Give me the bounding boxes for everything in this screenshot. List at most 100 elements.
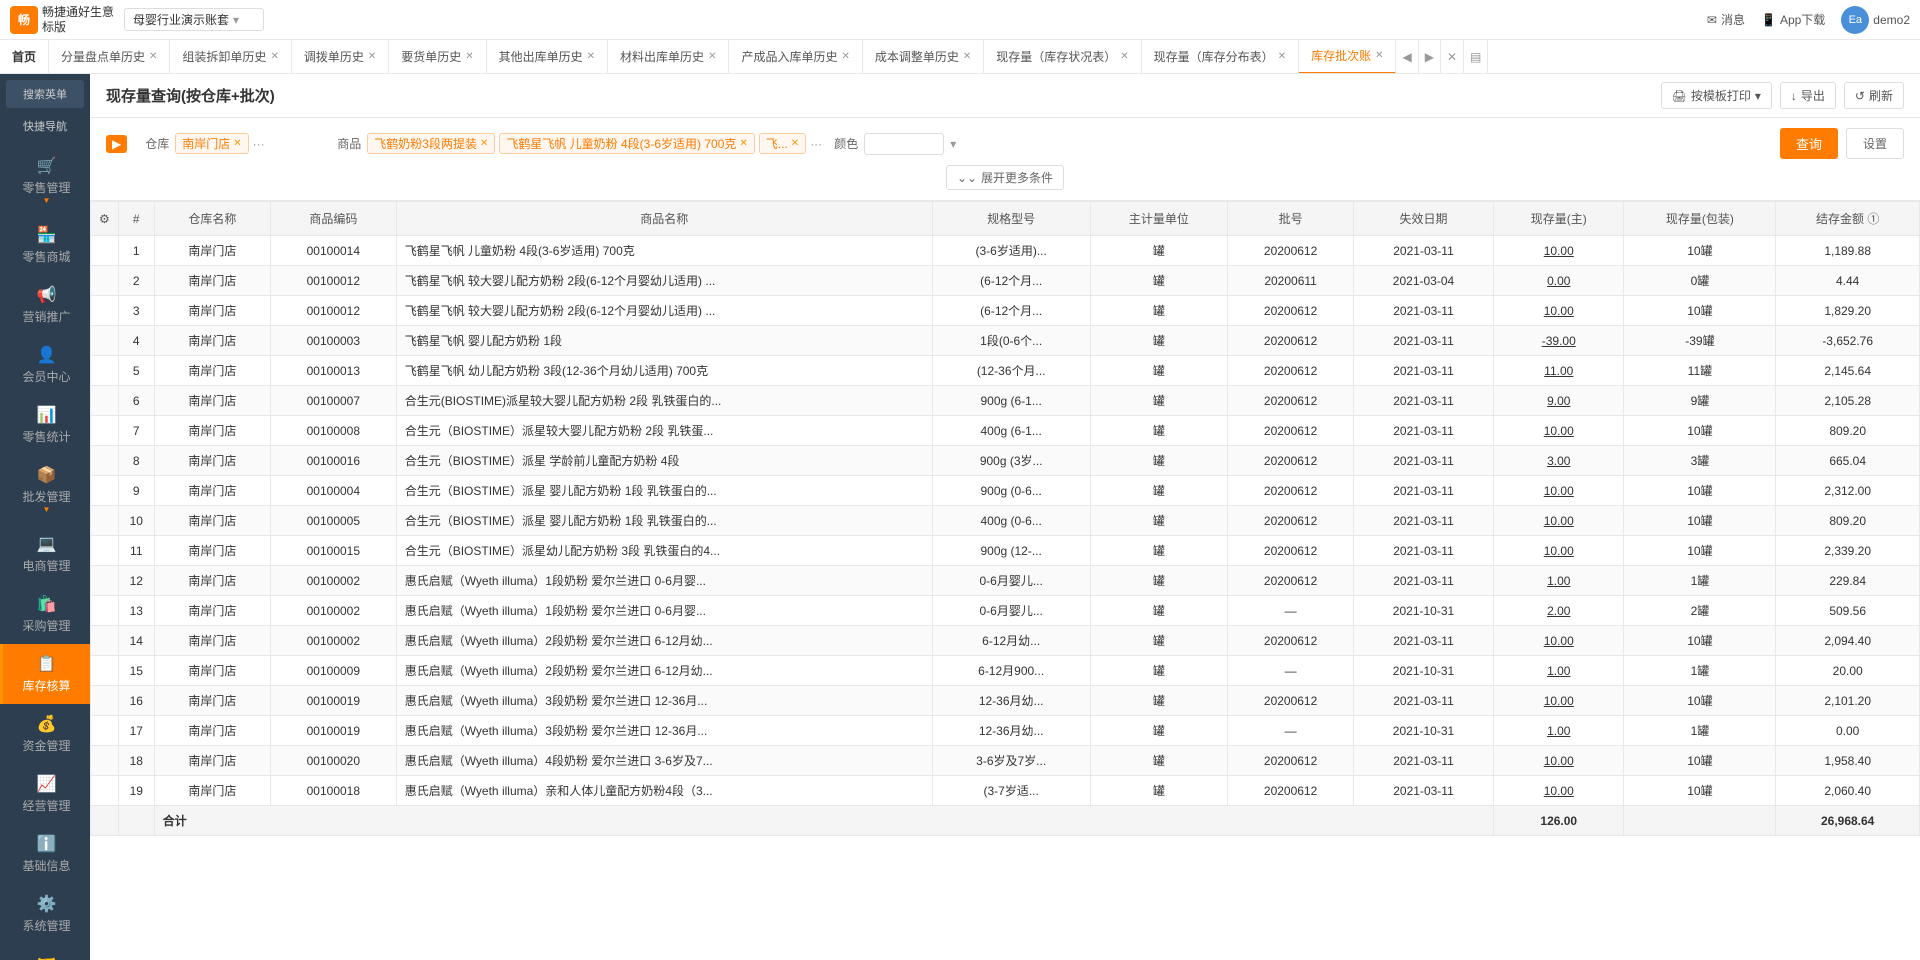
color-input[interactable] <box>864 133 944 155</box>
app-download-button[interactable]: 📱 App下载 <box>1761 11 1825 28</box>
sidebar-item-retail-stats[interactable]: 📊 零售统计 <box>0 395 90 455</box>
row-expire: 2021-03-11 <box>1353 626 1493 656</box>
tab-close-icon[interactable]: ✕ <box>368 51 376 62</box>
row-qty-main[interactable]: 10.00 <box>1494 776 1624 806</box>
tab-close-icon[interactable]: ✕ <box>465 51 473 62</box>
row-settings <box>91 386 119 416</box>
row-qty-main[interactable]: 10.00 <box>1494 416 1624 446</box>
tab-close-icon[interactable]: ✕ <box>1278 51 1286 62</box>
sidebar-item-basic-info[interactable]: ℹ️ 基础信息 <box>0 824 90 884</box>
filter-more2[interactable]: ··· <box>810 137 822 151</box>
row-qty-main[interactable]: 1.00 <box>1494 656 1624 686</box>
tab-qitachu[interactable]: 其他出库单历史 ✕ <box>487 40 608 74</box>
tab-close-all-icon[interactable]: ✕ <box>1441 40 1464 74</box>
tab-yaohuo[interactable]: 要货单历史 ✕ <box>389 40 486 74</box>
row-qty-main[interactable]: 10.00 <box>1494 296 1624 326</box>
sidebar-item-marketing[interactable]: 📢 营销推广 <box>0 275 90 335</box>
sidebar-item-wholesale[interactable]: 📦 批发管理 ▼ <box>0 455 90 524</box>
sidebar-item-inventory[interactable]: 📋 库存核算 <box>0 644 90 704</box>
export-button[interactable]: ↓ 导出 <box>1780 82 1836 109</box>
row-qty-main[interactable]: 3.00 <box>1494 446 1624 476</box>
tab-close-icon[interactable]: ✕ <box>841 51 849 62</box>
tab-next-icon[interactable]: ▶ <box>1419 40 1441 74</box>
row-qty-pack: 2罐 <box>1624 596 1776 626</box>
sidebar-item-purchase[interactable]: 🛍️ 采购管理 <box>0 584 90 644</box>
expand-conditions-button[interactable]: ⌄⌄ 展开更多条件 <box>946 165 1064 190</box>
th-settings[interactable]: ⚙ <box>91 202 119 236</box>
row-qty-main[interactable]: 10.00 <box>1494 686 1624 716</box>
tag-close-icon4[interactable]: ✕ <box>791 138 799 149</box>
tab-close-icon[interactable]: ✕ <box>270 51 278 62</box>
table-row: 16 南岸门店 00100019 惠氏启赋（Wyeth illuma）3段奶粉 … <box>91 686 1920 716</box>
row-qty-main[interactable]: 1.00 <box>1494 566 1624 596</box>
tab-fenliangpandian[interactable]: 分量盘点单历史 ✕ <box>49 40 170 74</box>
tab-active[interactable]: 库存批次账 ✕ <box>1299 40 1396 74</box>
sidebar-item-retail-store[interactable]: 🏪 零售商城 <box>0 215 90 275</box>
tab-close-icon[interactable]: ✕ <box>708 51 716 62</box>
row-qty-main[interactable]: 11.00 <box>1494 356 1624 386</box>
tab-cailiaochudan[interactable]: 材料出库单历史 ✕ <box>608 40 729 74</box>
search-single-button[interactable]: 搜索英单 <box>6 80 84 108</box>
row-qty-main[interactable]: 10.00 <box>1494 236 1624 266</box>
tab-close-icon[interactable]: ✕ <box>963 51 971 62</box>
row-qty-main[interactable]: 0.00 <box>1494 266 1624 296</box>
message-button[interactable]: ✉ 消息 <box>1707 11 1745 28</box>
tag-close-icon3[interactable]: ✕ <box>739 138 747 149</box>
sidebar-item-sys-mgmt[interactable]: ⚙️ 系统管理 <box>0 884 90 944</box>
query-button[interactable]: 查询 <box>1780 128 1838 159</box>
row-qty-main[interactable]: 10.00 <box>1494 476 1624 506</box>
sidebar-item-finance[interactable]: 💰 资金管理 <box>0 704 90 764</box>
th-qty-pack: 现存量(包装) <box>1624 202 1776 236</box>
table-row: 11 南岸门店 00100015 合生元（BIOSTIME）派星幼儿配方奶粉 3… <box>91 536 1920 566</box>
quick-nav-button[interactable]: 快捷导航 <box>6 112 84 140</box>
row-warehouse: 南岸门店 <box>154 596 270 626</box>
tag-close-icon2[interactable]: ✕ <box>480 138 488 149</box>
tab-xiancunkuzhuan[interactable]: 现存量（库存状况表）✕ <box>984 40 1141 74</box>
company-selector[interactable]: 母婴行业演示账套 ▾ <box>124 8 264 31</box>
tab-close-icon[interactable]: ✕ <box>1375 50 1383 61</box>
row-code: 00100008 <box>270 416 396 446</box>
tab-zuzhangchaijiao[interactable]: 组装拆卸单历史 ✕ <box>170 40 291 74</box>
row-qty-main[interactable]: 10.00 <box>1494 746 1624 776</box>
filter-more[interactable]: ··· <box>253 137 265 151</box>
row-code: 00100004 <box>270 476 396 506</box>
tag-close-icon[interactable]: ✕ <box>233 138 241 149</box>
row-num: 4 <box>118 326 154 356</box>
tab-menu-icon[interactable]: ▤ <box>1464 40 1488 74</box>
tab-home[interactable]: 首页 <box>0 40 49 74</box>
sidebar-item-member[interactable]: 👤 会员中心 <box>0 335 90 395</box>
tab-xiancunkufb[interactable]: 现存量（库存分布表）✕ <box>1142 40 1299 74</box>
settings-button[interactable]: 设置 <box>1846 128 1904 159</box>
sidebar-item-enterprise[interactable]: 🤝 企业协同 <box>0 944 90 960</box>
sidebar-item-ecommerce[interactable]: 💻 电商管理 <box>0 524 90 584</box>
sidebar-item-operations[interactable]: 📈 经营管理 <box>0 764 90 824</box>
tab-close-icon[interactable]: ✕ <box>587 51 595 62</box>
tab-diaobodanls[interactable]: 调拨单历史 ✕ <box>292 40 389 74</box>
goods-label: 商品 <box>337 135 361 152</box>
row-code: 00100019 <box>270 716 396 746</box>
row-qty-main[interactable]: 10.00 <box>1494 506 1624 536</box>
row-qty-pack: 1罐 <box>1624 656 1776 686</box>
tab-prev-icon[interactable]: ◀ <box>1396 40 1418 74</box>
tab-chenbendb[interactable]: 成本调整单历史 ✕ <box>863 40 984 74</box>
row-settings <box>91 326 119 356</box>
row-qty-main[interactable]: 10.00 <box>1494 536 1624 566</box>
row-code: 00100005 <box>270 506 396 536</box>
row-qty-main[interactable]: 2.00 <box>1494 596 1624 626</box>
color-dropdown-icon[interactable]: ▾ <box>950 137 956 151</box>
user-menu[interactable]: Ea demo2 <box>1841 6 1910 34</box>
print-button[interactable]: 🖨 按模板打印 ▾ <box>1661 82 1772 109</box>
tab-close-icon[interactable]: ✕ <box>149 51 157 62</box>
filter-expand-arrow[interactable]: ▶ <box>106 135 127 153</box>
row-warehouse: 南岸门店 <box>154 266 270 296</box>
tab-chancruruku[interactable]: 产成品入库单历史 ✕ <box>729 40 862 74</box>
th-amount: 结存金额 ① <box>1776 202 1920 236</box>
row-qty-main[interactable]: 1.00 <box>1494 716 1624 746</box>
row-qty-main[interactable]: 10.00 <box>1494 626 1624 656</box>
row-num: 7 <box>118 416 154 446</box>
sidebar-item-retail-mgmt[interactable]: 🛒 零售管理 ▼ <box>0 146 90 215</box>
tab-close-icon[interactable]: ✕ <box>1120 51 1128 62</box>
row-qty-main[interactable]: 9.00 <box>1494 386 1624 416</box>
row-qty-main[interactable]: -39.00 <box>1494 326 1624 356</box>
refresh-button[interactable]: ↺ 刷新 <box>1844 82 1904 109</box>
